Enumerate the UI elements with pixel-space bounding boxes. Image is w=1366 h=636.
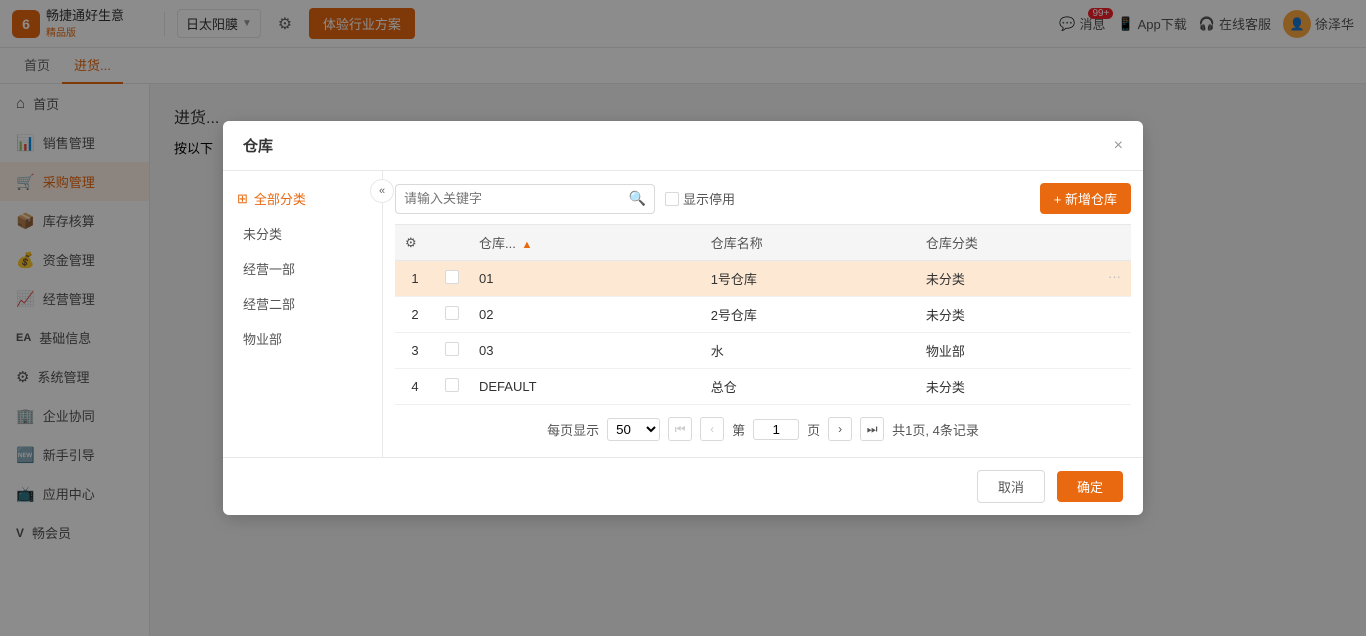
layout: ⌂ 首页 📊 销售管理 🛒 采购管理 📦 库存核算 💰 资金管理 📈 经营管理 … xyxy=(0,84,1366,636)
row-category: 未分类 ··· xyxy=(916,261,1131,297)
page-label: 第 xyxy=(732,420,745,439)
row-category: 未分类 xyxy=(916,297,1131,333)
row-settings: 1 xyxy=(395,261,435,297)
show-disabled-label: 显示停用 xyxy=(683,189,735,208)
row-settings: 4 xyxy=(395,369,435,405)
row-actions[interactable]: ··· xyxy=(1108,269,1121,284)
modal-title: 仓库 xyxy=(243,135,273,156)
row-code: DEFAULT xyxy=(469,369,701,405)
row-checkbox[interactable] xyxy=(435,369,469,405)
last-page-button[interactable]: ⏭ xyxy=(860,417,884,441)
cat-item-property[interactable]: 物业部 xyxy=(223,321,382,356)
warehouse-table: ⚙ 仓库... ▲ 仓库名称 仓库分类 1 xyxy=(395,224,1131,405)
page-unit: 页 xyxy=(807,420,820,439)
all-categories[interactable]: ⊞ 全部分类 xyxy=(223,181,382,216)
category-sidebar: « ⊞ 全部分类 未分类 经营一部 经营二部 物业部 xyxy=(223,171,383,457)
row-checkbox[interactable] xyxy=(435,261,469,297)
modal-overlay: 仓库 × « ⊞ 全部分类 未分类 经营一部 经营二部 xyxy=(150,84,1366,636)
row-name: 水 xyxy=(701,333,916,369)
close-icon[interactable]: × xyxy=(1114,137,1123,155)
row-category: 物业部 xyxy=(916,333,1131,369)
table-row[interactable]: 1 01 1号仓库 未分类 ··· xyxy=(395,261,1131,297)
page-number-input[interactable] xyxy=(753,419,799,440)
col-header-check xyxy=(435,225,469,261)
row-name: 总仓 xyxy=(701,369,916,405)
first-page-button[interactable]: ⏮ xyxy=(668,417,692,441)
row-settings: 3 xyxy=(395,333,435,369)
warehouse-modal: 仓库 × « ⊞ 全部分类 未分类 经营一部 经营二部 xyxy=(223,121,1143,515)
disabled-checkbox[interactable] xyxy=(665,192,679,206)
row-checkbox[interactable] xyxy=(435,333,469,369)
row-name: 2号仓库 xyxy=(701,297,916,333)
search-input-wrap: 🔍 xyxy=(395,184,655,214)
row-name: 1号仓库 xyxy=(701,261,916,297)
main-content: 进货... 按以下 仓库 × « ⊞ xyxy=(150,84,1366,636)
modal-body: « ⊞ 全部分类 未分类 经营一部 经营二部 物业部 xyxy=(223,171,1143,457)
all-categories-label: 全部分类 xyxy=(254,189,306,208)
row-category: 未分类 xyxy=(916,369,1131,405)
cat-item-operations1[interactable]: 经营一部 xyxy=(223,251,382,286)
row-checkbox[interactable] xyxy=(435,297,469,333)
grid-icon: ⊞ xyxy=(237,191,248,207)
col-header-category[interactable]: 仓库分类 xyxy=(916,225,1131,261)
prev-page-button[interactable]: ‹ xyxy=(700,417,724,441)
search-icon[interactable]: 🔍 xyxy=(629,190,646,207)
col-header-settings[interactable]: ⚙ xyxy=(395,225,435,261)
next-page-button[interactable]: › xyxy=(828,417,852,441)
pagination: 每页显示 50 20 100 ⏮ ‹ 第 页 › xyxy=(395,405,1131,445)
cat-item-operations2[interactable]: 经营二部 xyxy=(223,286,382,321)
table-toolbar: 🔍 显示停用 + 新增仓库 xyxy=(395,183,1131,214)
table-row[interactable]: 4 DEFAULT 总仓 未分类 xyxy=(395,369,1131,405)
row-settings: 2 xyxy=(395,297,435,333)
cat-item-unclassified[interactable]: 未分类 xyxy=(223,216,382,251)
cancel-button[interactable]: 取消 xyxy=(977,470,1045,503)
table-row[interactable]: 3 03 水 物业部 xyxy=(395,333,1131,369)
table-area: 🔍 显示停用 + 新增仓库 ⚙ xyxy=(383,171,1143,457)
row-code: 02 xyxy=(469,297,701,333)
row-code: 03 xyxy=(469,333,701,369)
per-page-select[interactable]: 50 20 100 xyxy=(607,418,660,441)
col-header-name[interactable]: 仓库名称 xyxy=(701,225,916,261)
row-code: 01 xyxy=(469,261,701,297)
modal-header: 仓库 × xyxy=(223,121,1143,171)
search-input[interactable] xyxy=(404,191,629,206)
add-warehouse-button[interactable]: + 新增仓库 xyxy=(1040,183,1131,214)
col-header-code[interactable]: 仓库... ▲ xyxy=(469,225,701,261)
show-disabled-checkbox[interactable]: 显示停用 xyxy=(665,189,735,208)
collapse-button[interactable]: « xyxy=(370,179,394,203)
total-info: 共1页, 4条记录 xyxy=(892,420,979,439)
table-row[interactable]: 2 02 2号仓库 未分类 xyxy=(395,297,1131,333)
confirm-button[interactable]: 确定 xyxy=(1057,471,1123,502)
modal-footer: 取消 确定 xyxy=(223,457,1143,515)
per-page-label: 每页显示 xyxy=(547,420,599,439)
